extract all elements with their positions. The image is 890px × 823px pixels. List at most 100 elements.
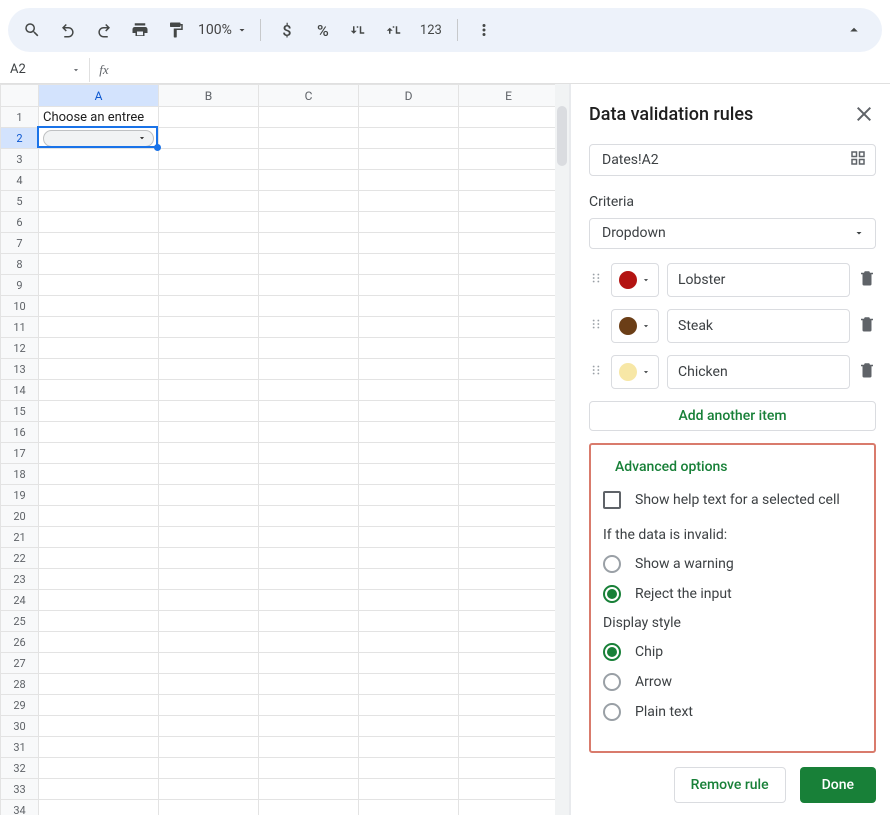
row-header-11[interactable]: 11 bbox=[1, 317, 39, 338]
row-header-22[interactable]: 22 bbox=[1, 548, 39, 569]
cell-B26[interactable] bbox=[159, 632, 259, 653]
cell-A34[interactable] bbox=[39, 800, 159, 816]
cell-D29[interactable] bbox=[359, 695, 459, 716]
row-header-30[interactable]: 30 bbox=[1, 716, 39, 737]
row-header-34[interactable]: 34 bbox=[1, 800, 39, 816]
cell-A13[interactable] bbox=[39, 359, 159, 380]
cell-D26[interactable] bbox=[359, 632, 459, 653]
cell-B23[interactable] bbox=[159, 569, 259, 590]
cell-E2[interactable] bbox=[459, 128, 559, 149]
cell-B16[interactable] bbox=[159, 422, 259, 443]
cell-D3[interactable] bbox=[359, 149, 459, 170]
cell-A17[interactable] bbox=[39, 443, 159, 464]
cell-D22[interactable] bbox=[359, 548, 459, 569]
cell-C24[interactable] bbox=[259, 590, 359, 611]
cell-A21[interactable] bbox=[39, 527, 159, 548]
select-all-corner[interactable] bbox=[1, 85, 39, 107]
row-header-7[interactable]: 7 bbox=[1, 233, 39, 254]
print-icon[interactable] bbox=[126, 16, 154, 44]
cell-B17[interactable] bbox=[159, 443, 259, 464]
row-header-12[interactable]: 12 bbox=[1, 338, 39, 359]
cell-B29[interactable] bbox=[159, 695, 259, 716]
cell-C12[interactable] bbox=[259, 338, 359, 359]
cell-D33[interactable] bbox=[359, 779, 459, 800]
cell-A33[interactable] bbox=[39, 779, 159, 800]
currency-icon[interactable]: $ bbox=[273, 16, 301, 44]
cell-D16[interactable] bbox=[359, 422, 459, 443]
column-header-A[interactable]: A bbox=[39, 85, 159, 107]
cell-A23[interactable] bbox=[39, 569, 159, 590]
cell-C32[interactable] bbox=[259, 758, 359, 779]
cell-E6[interactable] bbox=[459, 212, 559, 233]
cell-E13[interactable] bbox=[459, 359, 559, 380]
row-header-33[interactable]: 33 bbox=[1, 779, 39, 800]
cell-A1[interactable]: Choose an entree bbox=[39, 107, 159, 128]
cell-C3[interactable] bbox=[259, 149, 359, 170]
help-text-checkbox[interactable] bbox=[603, 491, 621, 509]
delete-option-icon[interactable] bbox=[858, 269, 876, 291]
cell-E29[interactable] bbox=[459, 695, 559, 716]
cell-E27[interactable] bbox=[459, 653, 559, 674]
row-header-14[interactable]: 14 bbox=[1, 380, 39, 401]
cell-C15[interactable] bbox=[259, 401, 359, 422]
cell-B22[interactable] bbox=[159, 548, 259, 569]
cell-E4[interactable] bbox=[459, 170, 559, 191]
cell-A25[interactable] bbox=[39, 611, 159, 632]
column-header-E[interactable]: E bbox=[459, 85, 559, 107]
cell-A5[interactable] bbox=[39, 191, 159, 212]
cell-B25[interactable] bbox=[159, 611, 259, 632]
row-header-21[interactable]: 21 bbox=[1, 527, 39, 548]
cell-A14[interactable] bbox=[39, 380, 159, 401]
row-header-2[interactable]: 2 bbox=[1, 128, 39, 149]
cell-D23[interactable] bbox=[359, 569, 459, 590]
row-header-6[interactable]: 6 bbox=[1, 212, 39, 233]
cell-C22[interactable] bbox=[259, 548, 359, 569]
row-header-27[interactable]: 27 bbox=[1, 653, 39, 674]
cell-B31[interactable] bbox=[159, 737, 259, 758]
cell-E24[interactable] bbox=[459, 590, 559, 611]
cell-E23[interactable] bbox=[459, 569, 559, 590]
cell-B32[interactable] bbox=[159, 758, 259, 779]
cell-E1[interactable] bbox=[459, 107, 559, 128]
cell-C17[interactable] bbox=[259, 443, 359, 464]
cell-B28[interactable] bbox=[159, 674, 259, 695]
cell-C23[interactable] bbox=[259, 569, 359, 590]
cell-E17[interactable] bbox=[459, 443, 559, 464]
column-header-B[interactable]: B bbox=[159, 85, 259, 107]
done-button[interactable]: Done bbox=[800, 767, 876, 803]
cell-A24[interactable] bbox=[39, 590, 159, 611]
cell-B18[interactable] bbox=[159, 464, 259, 485]
cell-B30[interactable] bbox=[159, 716, 259, 737]
row-header-28[interactable]: 28 bbox=[1, 674, 39, 695]
color-picker[interactable] bbox=[611, 355, 659, 389]
row-header-10[interactable]: 10 bbox=[1, 296, 39, 317]
cell-C19[interactable] bbox=[259, 485, 359, 506]
undo-icon[interactable] bbox=[54, 16, 82, 44]
cell-E7[interactable] bbox=[459, 233, 559, 254]
cell-A9[interactable] bbox=[39, 275, 159, 296]
cell-D14[interactable] bbox=[359, 380, 459, 401]
add-item-button[interactable]: Add another item bbox=[589, 401, 876, 431]
cell-C28[interactable] bbox=[259, 674, 359, 695]
cell-C30[interactable] bbox=[259, 716, 359, 737]
select-range-icon[interactable] bbox=[849, 149, 867, 171]
cell-E25[interactable] bbox=[459, 611, 559, 632]
cell-C27[interactable] bbox=[259, 653, 359, 674]
cell-A8[interactable] bbox=[39, 254, 159, 275]
remove-rule-button[interactable]: Remove rule bbox=[674, 767, 786, 803]
cell-A22[interactable] bbox=[39, 548, 159, 569]
cell-E26[interactable] bbox=[459, 632, 559, 653]
cell-C29[interactable] bbox=[259, 695, 359, 716]
row-header-8[interactable]: 8 bbox=[1, 254, 39, 275]
invalid-radio-0[interactable] bbox=[603, 555, 621, 573]
cell-C26[interactable] bbox=[259, 632, 359, 653]
cell-E3[interactable] bbox=[459, 149, 559, 170]
cell-E33[interactable] bbox=[459, 779, 559, 800]
drag-handle-icon[interactable] bbox=[589, 269, 603, 291]
cell-D13[interactable] bbox=[359, 359, 459, 380]
cell-C4[interactable] bbox=[259, 170, 359, 191]
cell-D11[interactable] bbox=[359, 317, 459, 338]
cell-E12[interactable] bbox=[459, 338, 559, 359]
cell-A2[interactable] bbox=[39, 128, 159, 149]
cell-A30[interactable] bbox=[39, 716, 159, 737]
